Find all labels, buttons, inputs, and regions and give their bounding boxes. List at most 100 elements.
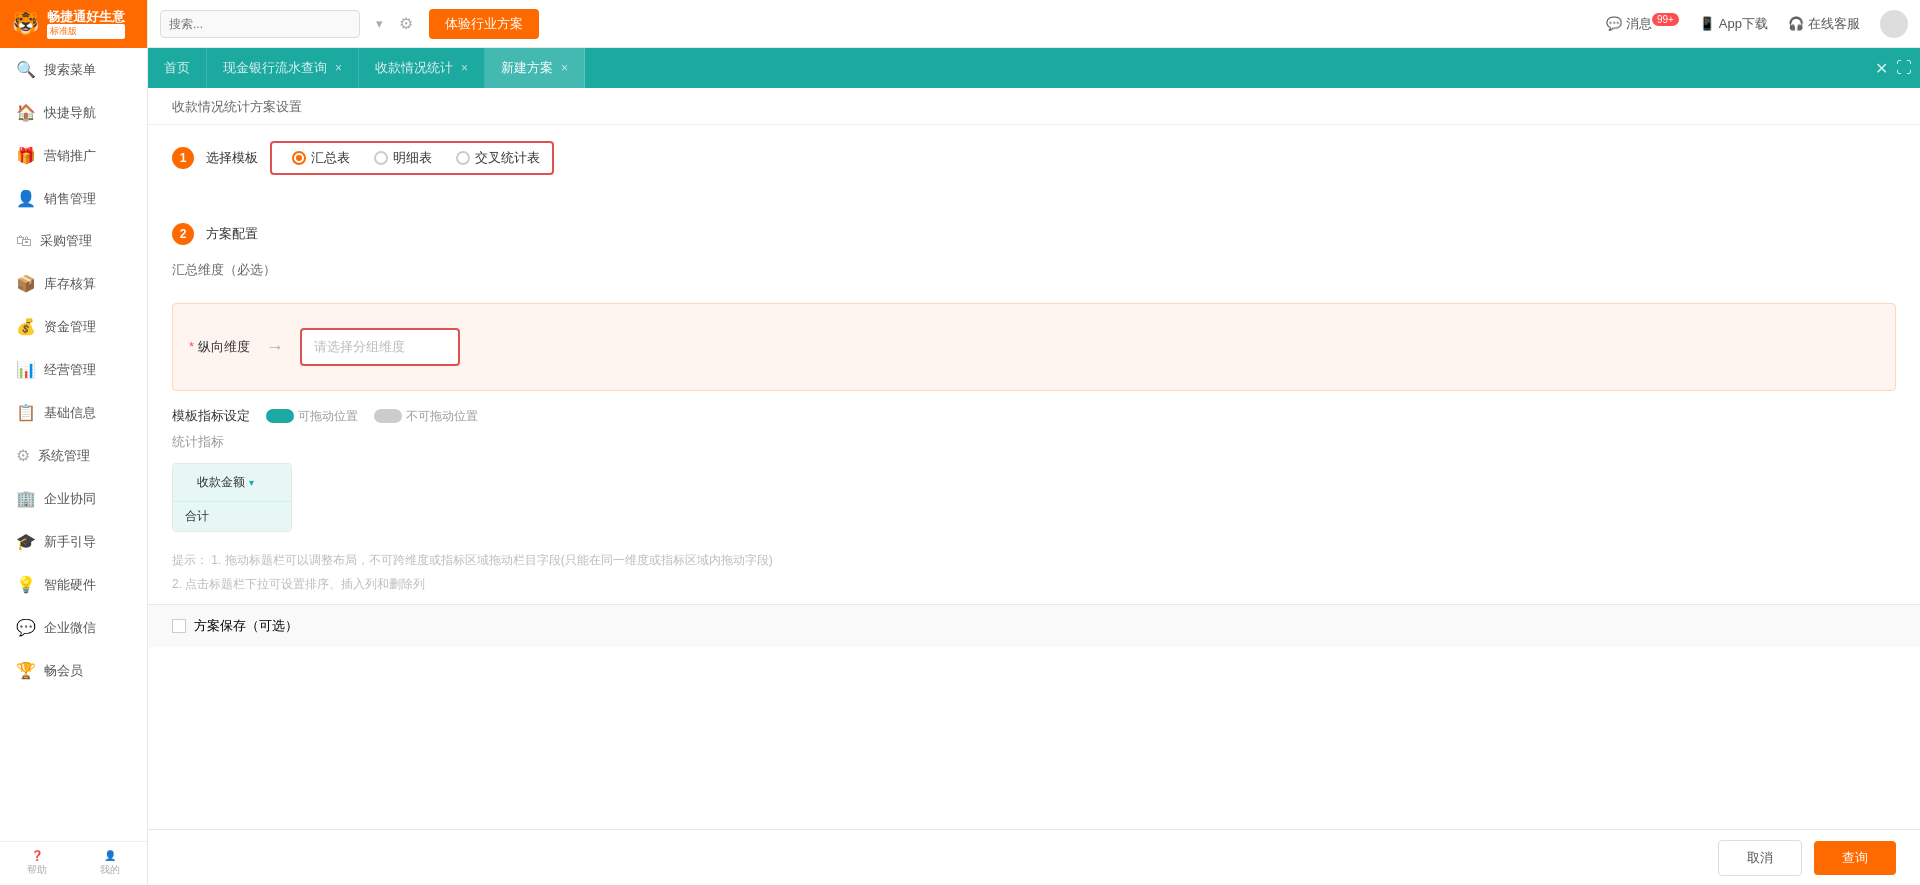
draggable-dot	[266, 409, 294, 423]
metrics-header: 模板指标设定 可拖动位置 不可拖动位置	[172, 407, 1896, 425]
step1-label: 选择模板	[206, 149, 258, 167]
option-cross[interactable]: 交叉统计表	[456, 149, 540, 167]
trial-button[interactable]: 体验行业方案	[429, 9, 539, 39]
stats-cell-amount[interactable]: 收款金额 ▾	[185, 468, 279, 497]
sidebar-item-label: 智能硬件	[44, 576, 96, 594]
sidebar-item-marketing[interactable]: 🎁 营销推广	[0, 134, 147, 177]
required-star: *	[189, 339, 194, 354]
stats-dropdown-icon[interactable]: ▾	[249, 477, 254, 488]
sidebar-item-inventory[interactable]: 📦 库存核算	[0, 262, 147, 305]
sidebar-item-operations[interactable]: 📊 经营管理	[0, 348, 147, 391]
template-options: 汇总表 明细表 交叉统计表	[292, 149, 540, 167]
step2-section: 2 方案配置	[148, 207, 1920, 261]
sidebar: 🐯 畅捷通好生意 标准版 🔍 搜索菜单 🏠 快捷导航 🎁 营销推广 👤 销售管理…	[0, 0, 148, 885]
tab-cash-query[interactable]: 现金银行流水查询 ×	[207, 48, 359, 88]
sidebar-item-label: 基础信息	[44, 404, 96, 422]
fixed-label: 不可拖动位置	[406, 408, 478, 425]
profile-icon: 👤	[104, 850, 116, 861]
notification-button[interactable]: 💬 消息 99+	[1606, 15, 1679, 33]
tab-cash-query-close[interactable]: ×	[335, 61, 342, 75]
dimension-area: * 纵向维度 → 请选择分组维度	[172, 303, 1896, 391]
member-icon: 🏆	[16, 661, 36, 680]
radio-summary[interactable]	[292, 151, 306, 165]
clipboard-icon: 📋	[16, 403, 36, 422]
bottom-bar: 取消 查询	[148, 829, 1920, 885]
money-icon: 💰	[16, 317, 36, 336]
tip-2: 2. 点击标题栏下拉可设置排序、插入列和删除列	[172, 572, 1896, 596]
search-input[interactable]	[160, 10, 360, 38]
avatar[interactable]	[1880, 10, 1908, 38]
tabs-close-icon[interactable]: ✕	[1875, 59, 1888, 78]
download-button[interactable]: 📱 App下载	[1699, 15, 1768, 33]
tab-new-plan-close[interactable]: ×	[561, 61, 568, 75]
tabs-expand-icon[interactable]: ⛶	[1896, 59, 1912, 77]
sidebar-item-search[interactable]: 🔍 搜索菜单	[0, 48, 147, 91]
query-button[interactable]: 查询	[1814, 841, 1896, 875]
option-summary[interactable]: 汇总表	[292, 149, 350, 167]
sidebar-item-newbie[interactable]: 🎓 新手引导	[0, 520, 147, 563]
dimension-select[interactable]: 请选择分组维度	[300, 328, 460, 366]
tab-collection-stats[interactable]: 收款情况统计 ×	[359, 48, 485, 88]
home-icon: 🏠	[16, 103, 36, 122]
save-option-label: 方案保存（可选）	[194, 617, 298, 635]
option-detail[interactable]: 明细表	[374, 149, 432, 167]
radio-cross[interactable]	[456, 151, 470, 165]
sidebar-bottom-help[interactable]: ❓ 帮助	[27, 850, 47, 877]
logo-icon: 🐯	[12, 11, 39, 37]
vertical-dimension-label: 纵向维度	[198, 339, 250, 354]
stats-total-label: 合计	[173, 502, 221, 531]
sidebar-item-wechat[interactable]: 💬 企业微信	[0, 606, 147, 649]
sidebar-item-member[interactable]: 🏆 畅会员	[0, 649, 147, 692]
step1-section: 1 选择模板 汇总表 明细表	[148, 125, 1920, 207]
notification-label: 消息	[1626, 15, 1652, 33]
download-label: App下载	[1719, 15, 1768, 33]
sidebar-item-label: 企业协同	[44, 490, 96, 508]
sidebar-item-enterprise[interactable]: 🏢 企业协同	[0, 477, 147, 520]
save-checkbox[interactable]	[172, 619, 186, 633]
hint-draggable: 可拖动位置	[266, 408, 358, 425]
tab-new-plan[interactable]: 新建方案 ×	[485, 48, 585, 88]
tab-new-plan-label: 新建方案	[501, 59, 553, 77]
tab-collection-stats-close[interactable]: ×	[461, 61, 468, 75]
sidebar-item-label: 畅会员	[44, 662, 83, 680]
sidebar-item-system[interactable]: ⚙ 系统管理	[0, 434, 147, 477]
page-content: 收款情况统计方案设置 1 选择模板 汇总表	[148, 88, 1920, 829]
sidebar-item-label: 营销推广	[44, 147, 96, 165]
sidebar-item-capital[interactable]: 💰 资金管理	[0, 305, 147, 348]
sidebar-item-smart-hardware[interactable]: 💡 智能硬件	[0, 563, 147, 606]
option-detail-label: 明细表	[393, 149, 432, 167]
chart-icon: 📊	[16, 360, 36, 379]
content: 收款情况统计方案设置 1 选择模板 汇总表	[148, 88, 1920, 885]
sidebar-item-label: 经营管理	[44, 361, 96, 379]
tab-cash-query-label: 现金银行流水查询	[223, 59, 327, 77]
sidebar-item-quick-nav[interactable]: 🏠 快捷导航	[0, 91, 147, 134]
template-select-box: 汇总表 明细表 交叉统计表	[270, 141, 554, 175]
step1-num: 1	[172, 147, 194, 169]
settings-icon[interactable]: ⚙	[399, 14, 413, 33]
page-title-bar: 收款情况统计方案设置	[148, 88, 1920, 125]
cancel-button[interactable]: 取消	[1718, 840, 1802, 876]
stats-section-label: 统计指标	[172, 433, 1896, 451]
radio-detail[interactable]	[374, 151, 388, 165]
fixed-dot	[374, 409, 402, 423]
logo-badge: 标准版	[47, 24, 125, 39]
hint-fixed: 不可拖动位置	[374, 408, 478, 425]
dropdown-chevron-icon[interactable]: ▾	[376, 16, 383, 31]
sidebar-item-label: 资金管理	[44, 318, 96, 336]
service-button[interactable]: 🎧 在线客服	[1788, 15, 1860, 33]
dimension-row: * 纵向维度 → 请选择分组维度	[189, 328, 460, 366]
tip-1: 提示： 1. 拖动标题栏可以调整布局，不可跨维度或指标区域拖动栏目字段(只能在同…	[172, 548, 1896, 572]
sidebar-item-base-info[interactable]: 📋 基础信息	[0, 391, 147, 434]
tab-home-label: 首页	[164, 59, 190, 77]
sidebar-bottom: ❓ 帮助 👤 我的	[0, 841, 147, 885]
dimension-title: 汇总维度（必选）	[172, 261, 1896, 279]
sidebar-item-purchase[interactable]: 🛍 采购管理	[0, 220, 147, 262]
tab-home[interactable]: 首页	[148, 48, 207, 88]
tab-collection-stats-label: 收款情况统计	[375, 59, 453, 77]
system-icon: ⚙	[16, 446, 30, 465]
metrics-section: 模板指标设定 可拖动位置 不可拖动位置 统计指标	[148, 407, 1920, 532]
person-icon: 👤	[16, 189, 36, 208]
topbar: ▾ ⚙ 体验行业方案 💬 消息 99+ 📱 App下载 🎧 在线客服	[148, 0, 1920, 48]
sidebar-item-sales[interactable]: 👤 销售管理	[0, 177, 147, 220]
sidebar-bottom-profile[interactable]: 👤 我的	[100, 850, 120, 877]
